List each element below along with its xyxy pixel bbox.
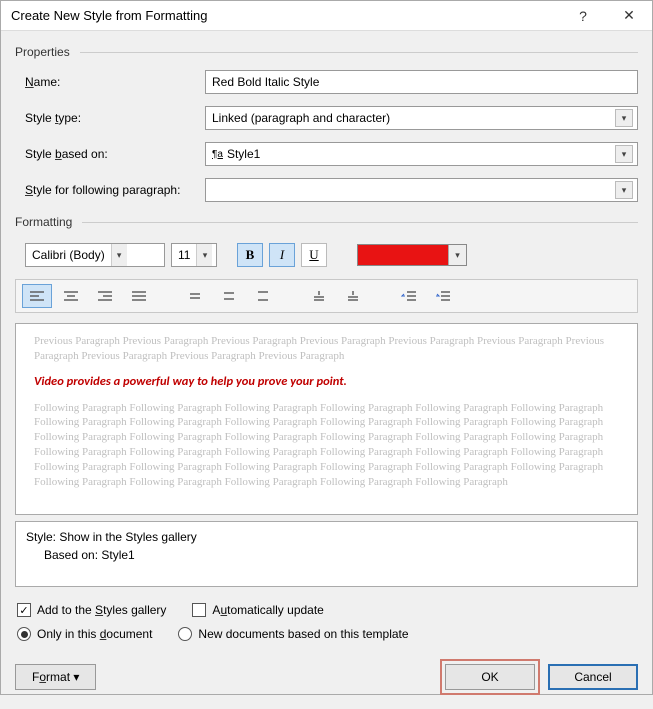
preview-prev-paragraph: Previous Paragraph Previous Paragraph Pr… bbox=[34, 334, 619, 364]
checkbox-icon bbox=[192, 603, 206, 617]
decrease-indent-button[interactable] bbox=[394, 284, 424, 308]
chevron-down-icon: ▾ bbox=[448, 245, 466, 265]
close-icon: ✕ bbox=[623, 7, 635, 24]
gallery-checks-row: ✓ Add to the Styles gallery Automaticall… bbox=[17, 603, 638, 617]
formatting-toolbar: Calibri (Body) ▾ 11 ▾ B I U ▾ bbox=[15, 243, 638, 267]
ok-highlight: OK bbox=[440, 659, 540, 695]
space-before-increase-button[interactable] bbox=[304, 284, 334, 308]
based-on-label: Style based on: bbox=[15, 147, 205, 161]
decrease-indent-icon bbox=[401, 290, 417, 302]
chevron-down-icon: ▾ bbox=[615, 109, 633, 127]
new-docs-label: New documents based on this template bbox=[198, 627, 408, 641]
add-to-gallery-label: Add to the Styles gallery bbox=[37, 603, 166, 617]
chevron-down-icon: ▾ bbox=[111, 244, 127, 266]
dialog-content: Properties Name: Style type: Linked (par… bbox=[1, 31, 652, 709]
align-left-button[interactable] bbox=[22, 284, 52, 308]
double-spacing-icon bbox=[255, 290, 271, 302]
based-on-row: Style based on: ¶a Style1 ▾ bbox=[15, 142, 638, 166]
name-row: Name: bbox=[15, 70, 638, 94]
properties-section-label: Properties bbox=[15, 45, 638, 59]
increase-indent-button[interactable] bbox=[428, 284, 458, 308]
align-right-button[interactable] bbox=[90, 284, 120, 308]
chevron-down-icon: ▾ bbox=[615, 145, 633, 163]
following-label: Style for following paragraph: bbox=[15, 183, 205, 197]
name-label: Name: bbox=[15, 75, 205, 89]
following-row: Style for following paragraph: ▾ bbox=[15, 178, 638, 202]
radio-icon bbox=[17, 627, 31, 641]
radio-icon bbox=[178, 627, 192, 641]
based-on-combo[interactable]: ¶a Style1 ▾ bbox=[205, 142, 638, 166]
align-center-icon bbox=[63, 290, 79, 302]
checkbox-icon: ✓ bbox=[17, 603, 31, 617]
font-size-combo[interactable]: 11 ▾ bbox=[171, 243, 217, 267]
auto-update-check[interactable]: Automatically update bbox=[192, 603, 323, 617]
style-description-line2: Based on: Style1 bbox=[26, 546, 627, 564]
chevron-down-icon: ▾ bbox=[196, 244, 212, 266]
create-style-dialog: Create New Style from Formatting ? ✕ Pro… bbox=[0, 0, 653, 695]
format-button-label: Format ▾ bbox=[32, 670, 79, 684]
preview-sample-text: Video provides a powerful way to help yo… bbox=[34, 374, 619, 391]
align-left-icon bbox=[29, 290, 45, 302]
style-type-label: Style type: bbox=[15, 111, 205, 125]
font-name-value: Calibri (Body) bbox=[32, 248, 105, 262]
style-type-value: Linked (paragraph and character) bbox=[212, 111, 390, 125]
space-before-increase-icon bbox=[311, 290, 327, 302]
single-spacing-icon bbox=[187, 290, 203, 302]
only-this-doc-label: Only in this document bbox=[37, 627, 152, 641]
based-on-value: Style1 bbox=[227, 147, 260, 161]
chevron-down-icon: ▾ bbox=[615, 181, 633, 199]
style-description-box: Style: Show in the Styles gallery Based … bbox=[15, 521, 638, 587]
align-justify-icon bbox=[131, 290, 147, 302]
following-combo[interactable]: ▾ bbox=[205, 178, 638, 202]
align-center-button[interactable] bbox=[56, 284, 86, 308]
close-button[interactable]: ✕ bbox=[606, 1, 652, 31]
align-right-icon bbox=[97, 290, 113, 302]
titlebar: Create New Style from Formatting ? ✕ bbox=[1, 1, 652, 31]
font-color-button[interactable]: ▾ bbox=[357, 244, 467, 266]
style-type-row: Style type: Linked (paragraph and charac… bbox=[15, 106, 638, 130]
color-swatch-icon bbox=[358, 245, 448, 265]
cancel-button[interactable]: Cancel bbox=[548, 664, 638, 690]
bold-button[interactable]: B bbox=[237, 243, 263, 267]
preview-next-paragraph: Following Paragraph Following Paragraph … bbox=[34, 401, 619, 490]
paragraph-mark-icon: ¶a bbox=[212, 149, 223, 160]
window-title: Create New Style from Formatting bbox=[11, 8, 560, 23]
single-spacing-button[interactable] bbox=[180, 284, 210, 308]
formatting-section-label: Formatting bbox=[15, 215, 638, 229]
preview-pane: Previous Paragraph Previous Paragraph Pr… bbox=[15, 323, 638, 515]
scope-radio-row: Only in this document New documents base… bbox=[17, 627, 638, 641]
style-type-combo[interactable]: Linked (paragraph and character) ▾ bbox=[205, 106, 638, 130]
format-button[interactable]: Format ▾ bbox=[15, 664, 96, 690]
onehalf-spacing-icon bbox=[221, 290, 237, 302]
font-name-combo[interactable]: Calibri (Body) ▾ bbox=[25, 243, 165, 267]
underline-button[interactable]: U bbox=[301, 243, 327, 267]
space-before-decrease-button[interactable] bbox=[338, 284, 368, 308]
align-justify-button[interactable] bbox=[124, 284, 154, 308]
help-icon: ? bbox=[579, 8, 587, 24]
add-to-gallery-check[interactable]: ✓ Add to the Styles gallery bbox=[17, 603, 166, 617]
double-spacing-button[interactable] bbox=[248, 284, 278, 308]
italic-button[interactable]: I bbox=[269, 243, 295, 267]
font-size-value: 11 bbox=[178, 248, 190, 262]
name-input[interactable] bbox=[205, 70, 638, 94]
auto-update-label: Automatically update bbox=[212, 603, 323, 617]
style-description-line1: Style: Show in the Styles gallery bbox=[26, 528, 627, 546]
only-this-doc-radio[interactable]: Only in this document bbox=[17, 627, 152, 641]
space-before-decrease-icon bbox=[345, 290, 361, 302]
ok-button[interactable]: OK bbox=[445, 664, 535, 690]
dialog-footer: Format ▾ OK Cancel bbox=[15, 659, 638, 695]
onehalf-spacing-button[interactable] bbox=[214, 284, 244, 308]
increase-indent-icon bbox=[435, 290, 451, 302]
paragraph-toolbar bbox=[15, 279, 638, 313]
help-button[interactable]: ? bbox=[560, 1, 606, 31]
new-docs-radio[interactable]: New documents based on this template bbox=[178, 627, 408, 641]
